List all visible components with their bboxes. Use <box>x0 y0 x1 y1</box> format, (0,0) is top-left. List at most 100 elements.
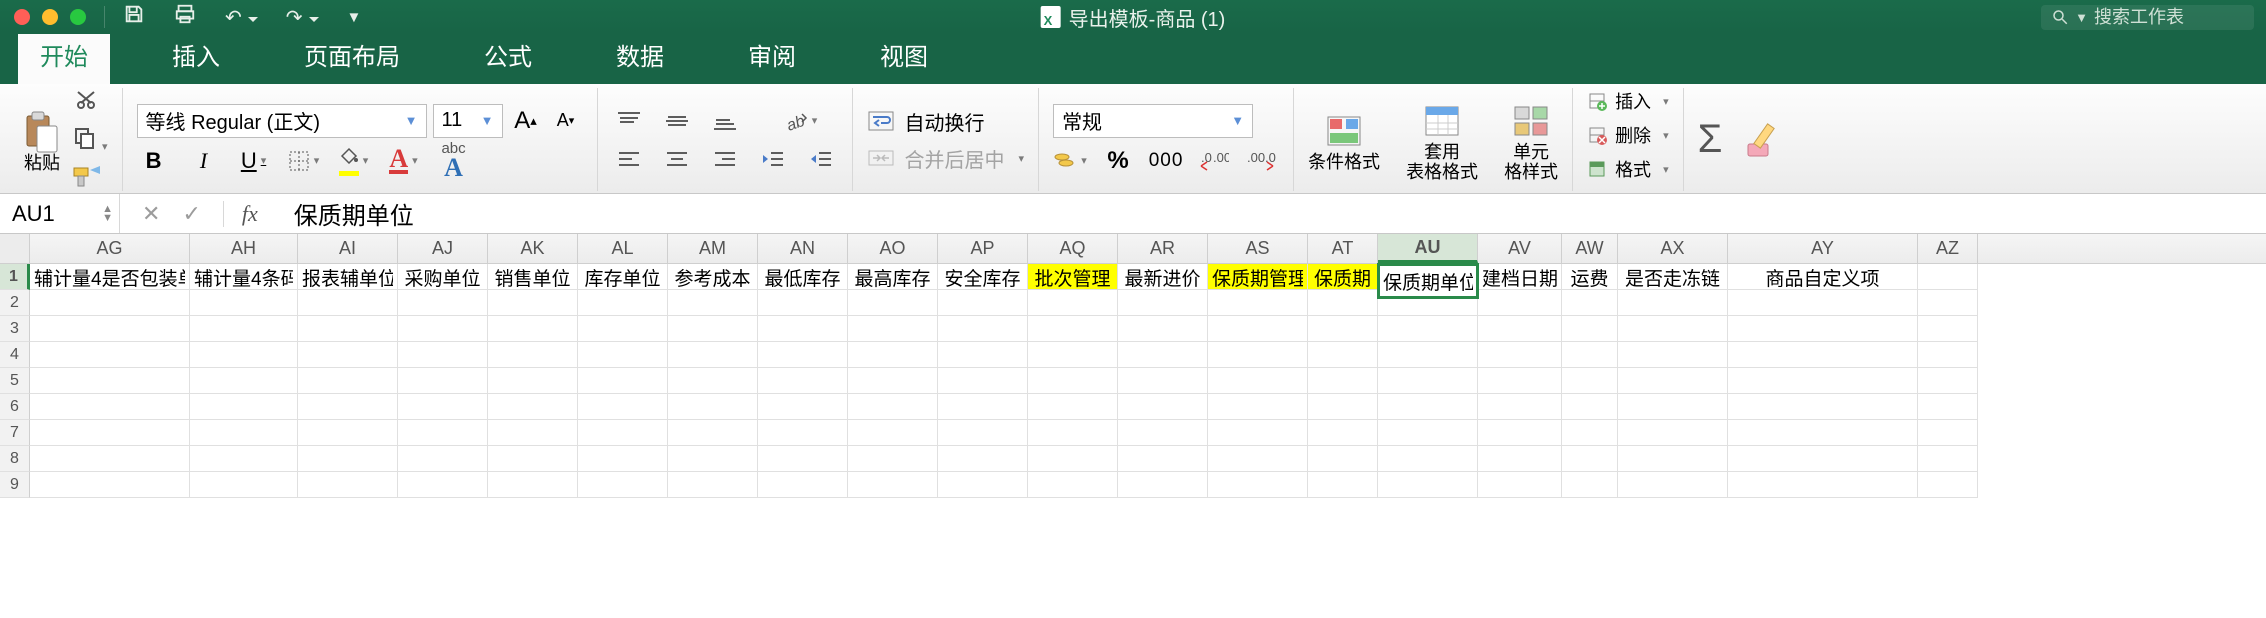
cell-AT7[interactable] <box>1308 420 1378 446</box>
cell-AI2[interactable] <box>298 290 398 316</box>
cell-AU9[interactable] <box>1378 472 1478 498</box>
cell-AJ5[interactable] <box>398 368 488 394</box>
cell-AY8[interactable] <box>1728 446 1918 472</box>
cell-AP1[interactable]: 安全库存 <box>938 264 1028 290</box>
redo-button[interactable]: ↷ <box>286 5 319 30</box>
col-header-AZ[interactable]: AZ <box>1918 234 1978 263</box>
cell-AH7[interactable] <box>190 420 298 446</box>
align-bottom-button[interactable] <box>708 106 742 136</box>
cell-AP5[interactable] <box>938 368 1028 394</box>
wrap-text-button[interactable]: 自动换行 <box>867 107 1025 136</box>
cell-AT1[interactable]: 保质期 <box>1308 264 1378 290</box>
cell-AJ3[interactable] <box>398 316 488 342</box>
tab-公式[interactable]: 公式 <box>462 27 554 84</box>
col-header-AR[interactable]: AR <box>1118 234 1208 263</box>
cell-AG8[interactable] <box>30 446 190 472</box>
close-window-button[interactable] <box>14 9 30 25</box>
align-right-button[interactable] <box>708 144 742 174</box>
tab-视图[interactable]: 视图 <box>858 27 950 84</box>
cell-AT9[interactable] <box>1308 472 1378 498</box>
search-input[interactable] <box>2094 7 2244 28</box>
cell-AR7[interactable] <box>1118 420 1208 446</box>
cell-AL7[interactable] <box>578 420 668 446</box>
cell-AH4[interactable] <box>190 342 298 368</box>
col-header-AW[interactable]: AW <box>1562 234 1618 263</box>
cell-AQ5[interactable] <box>1028 368 1118 394</box>
cell-AN6[interactable] <box>758 394 848 420</box>
cell-styles-button[interactable]: 单元 格样式 <box>1504 97 1558 183</box>
col-header-AQ[interactable]: AQ <box>1028 234 1118 263</box>
cell-AZ9[interactable] <box>1918 472 1978 498</box>
cell-AI5[interactable] <box>298 368 398 394</box>
cell-AL6[interactable] <box>578 394 668 420</box>
cell-AG4[interactable] <box>30 342 190 368</box>
cell-AJ1[interactable]: 采购单位 <box>398 264 488 290</box>
cell-AO3[interactable] <box>848 316 938 342</box>
cell-AM7[interactable] <box>668 420 758 446</box>
cell-AV9[interactable] <box>1478 472 1562 498</box>
cell-AQ3[interactable] <box>1028 316 1118 342</box>
cell-AK5[interactable] <box>488 368 578 394</box>
cell-AO8[interactable] <box>848 446 938 472</box>
cell-AX4[interactable] <box>1618 342 1728 368</box>
cell-AK4[interactable] <box>488 342 578 368</box>
accounting-format-button[interactable] <box>1053 146 1087 176</box>
copy-button[interactable] <box>72 126 108 156</box>
cell-AO2[interactable] <box>848 290 938 316</box>
cell-AK9[interactable] <box>488 472 578 498</box>
cell-AR6[interactable] <box>1118 394 1208 420</box>
confirm-edit-button[interactable]: ✓ <box>182 201 200 227</box>
cell-AL4[interactable] <box>578 342 668 368</box>
col-header-AS[interactable]: AS <box>1208 234 1308 263</box>
cell-AO5[interactable] <box>848 368 938 394</box>
cell-AV7[interactable] <box>1478 420 1562 446</box>
cell-AH1[interactable]: 辅计量4条码 <box>190 264 298 290</box>
cell-AR5[interactable] <box>1118 368 1208 394</box>
cell-AL5[interactable] <box>578 368 668 394</box>
cell-AK3[interactable] <box>488 316 578 342</box>
cell-AI6[interactable] <box>298 394 398 420</box>
autosum-button[interactable]: Σ <box>1698 117 1723 162</box>
cell-AM4[interactable] <box>668 342 758 368</box>
cell-AP9[interactable] <box>938 472 1028 498</box>
col-header-AM[interactable]: AM <box>668 234 758 263</box>
clear-button[interactable] <box>1740 116 1788 164</box>
cell-AW8[interactable] <box>1562 446 1618 472</box>
cell-AZ1[interactable] <box>1918 264 1978 290</box>
cell-AV4[interactable] <box>1478 342 1562 368</box>
col-header-AT[interactable]: AT <box>1308 234 1378 263</box>
cell-AH9[interactable] <box>190 472 298 498</box>
tab-数据[interactable]: 数据 <box>594 27 686 84</box>
row-header-8[interactable]: 8 <box>0 446 30 472</box>
borders-button[interactable] <box>287 146 321 176</box>
shrink-font-button[interactable]: A▾ <box>549 106 583 136</box>
cell-AS8[interactable] <box>1208 446 1308 472</box>
row-header-9[interactable]: 9 <box>0 472 30 498</box>
underline-button[interactable]: U <box>237 146 271 176</box>
cut-button[interactable] <box>72 88 108 118</box>
cell-AM2[interactable] <box>668 290 758 316</box>
cell-AX1[interactable]: 是否走冻链 <box>1618 264 1728 290</box>
format-cells-button[interactable]: 格式 <box>1587 156 1669 182</box>
cell-AT2[interactable] <box>1308 290 1378 316</box>
cell-AJ8[interactable] <box>398 446 488 472</box>
cell-AW1[interactable]: 运费 <box>1562 264 1618 290</box>
col-header-AN[interactable]: AN <box>758 234 848 263</box>
cell-AR3[interactable] <box>1118 316 1208 342</box>
cell-AQ4[interactable] <box>1028 342 1118 368</box>
cell-AH8[interactable] <box>190 446 298 472</box>
cell-AO7[interactable] <box>848 420 938 446</box>
increase-indent-button[interactable] <box>804 144 838 174</box>
cell-AV2[interactable] <box>1478 290 1562 316</box>
cell-AG2[interactable] <box>30 290 190 316</box>
cell-AH6[interactable] <box>190 394 298 420</box>
cell-AO9[interactable] <box>848 472 938 498</box>
cancel-edit-button[interactable]: ✕ <box>142 201 160 227</box>
cell-AX5[interactable] <box>1618 368 1728 394</box>
customize-qat-button[interactable]: ▼ <box>347 9 362 26</box>
cell-AV8[interactable] <box>1478 446 1562 472</box>
tab-页面布局[interactable]: 页面布局 <box>282 27 422 84</box>
tab-开始[interactable]: 开始 <box>18 27 110 84</box>
cell-AI7[interactable] <box>298 420 398 446</box>
cell-AG7[interactable] <box>30 420 190 446</box>
